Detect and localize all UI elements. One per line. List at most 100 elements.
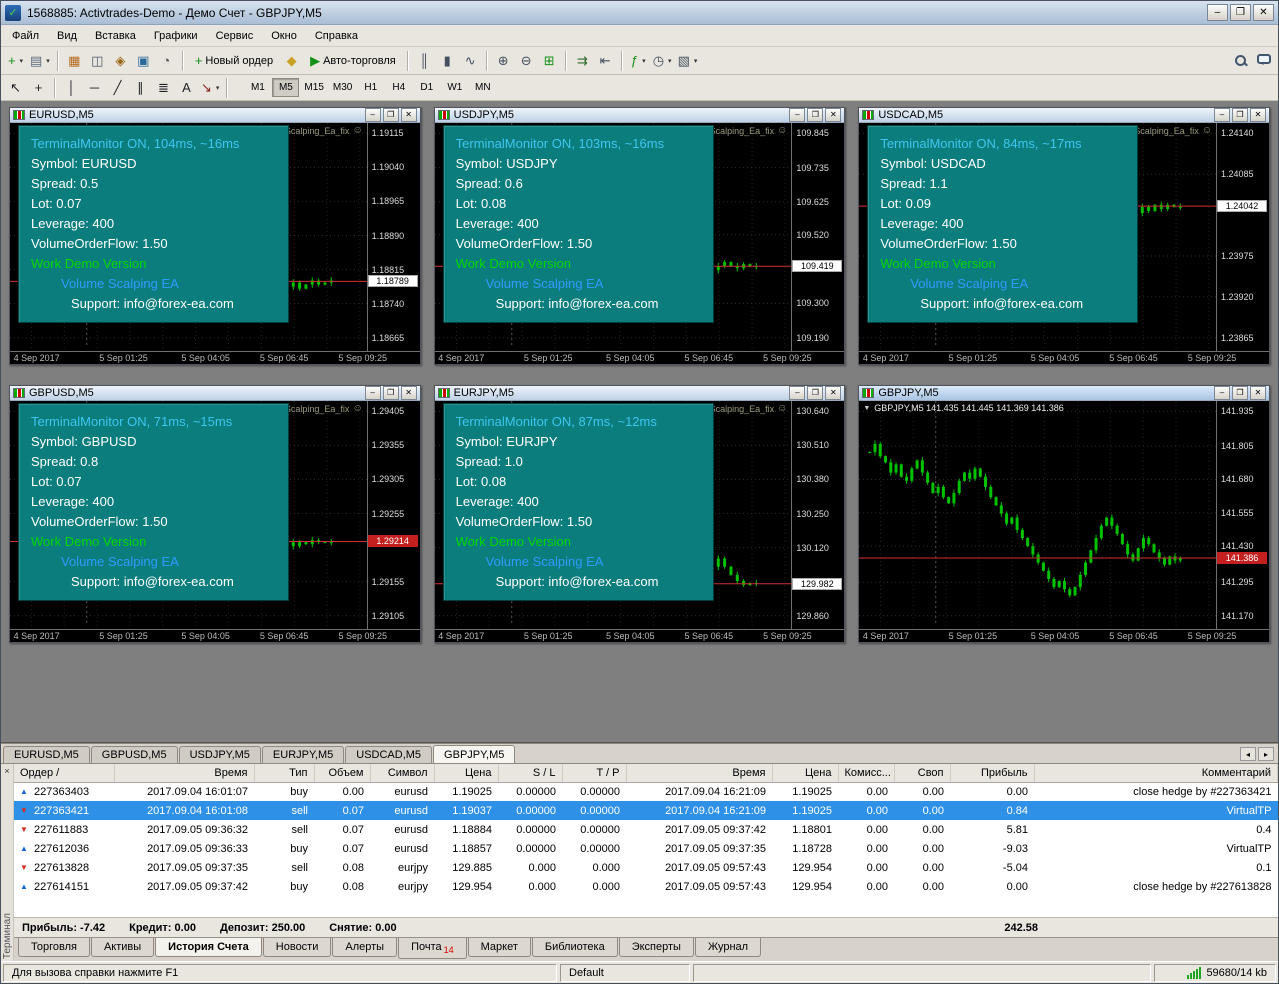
chart-restore-button[interactable]: ❐ bbox=[807, 386, 824, 400]
column-header[interactable]: Объем bbox=[314, 764, 371, 783]
timeframe-m30[interactable]: M30 bbox=[329, 78, 356, 97]
price-scale[interactable]: 109.845 109.735 109.625 109.520 109.300 109.1… bbox=[792, 123, 844, 351]
time-scale[interactable]: 4 Sep 2017 5 Sep 01:25 5 Sep 04:05 5 Sep 06… bbox=[434, 629, 845, 642]
price-scale[interactable]: 1.24140 1.24085 1.23975 1.23920 1.23865 1.240… bbox=[1216, 123, 1269, 351]
terminal-tab-market[interactable]: Маркет bbox=[467, 938, 531, 957]
text-tool-button[interactable]: A bbox=[175, 77, 198, 99]
chart-tab-eurusd-m5[interactable]: EURUSD,M5 bbox=[3, 746, 90, 763]
time-scale[interactable]: 4 Sep 2017 5 Sep 01:25 5 Sep 04:05 5 Sep 06… bbox=[10, 629, 420, 642]
time-scale[interactable]: 4 Sep 2017 5 Sep 01:25 5 Sep 04:05 5 Sep 06… bbox=[859, 351, 1269, 364]
menu-view[interactable]: Вид bbox=[48, 27, 86, 45]
chart-window-titlebar[interactable]: GBPUSD,M5 – ❐ ✕ bbox=[10, 386, 420, 401]
chart-close-button[interactable]: ✕ bbox=[400, 386, 417, 400]
close-button[interactable]: ✕ bbox=[1253, 4, 1274, 21]
terminal-tab-library[interactable]: Библиотека bbox=[531, 938, 618, 957]
price-scale[interactable]: 130.640 130.510 130.380 130.250 130.120 129.8… bbox=[792, 401, 844, 629]
history-row[interactable]: ▲ 227612036 2017.09.05 09:36:33 buy 0.07 euru… bbox=[14, 839, 1278, 858]
chart-restore-button[interactable]: ❐ bbox=[807, 108, 824, 122]
column-header[interactable]: Время bbox=[114, 764, 255, 783]
column-header[interactable]: S / L bbox=[498, 764, 563, 783]
timeframe-m1[interactable]: M1 bbox=[244, 78, 271, 97]
chart-close-button[interactable]: ✕ bbox=[1249, 386, 1266, 400]
terminal-tab-journal[interactable]: Журнал bbox=[694, 938, 762, 957]
search-button[interactable] bbox=[1229, 50, 1252, 72]
new-chart-button[interactable]: + ▾ bbox=[4, 50, 27, 72]
crosshair-tool-button[interactable]: + bbox=[27, 77, 50, 99]
tile-windows-button[interactable]: ⊞ bbox=[538, 50, 561, 72]
arrows-tool-button[interactable]: ↘ ▾ bbox=[198, 77, 222, 99]
chart-restore-button[interactable]: ❐ bbox=[1231, 108, 1248, 122]
column-header[interactable]: Время bbox=[626, 764, 773, 783]
chart-window-titlebar[interactable]: EURUSD,M5 – ❐ ✕ bbox=[10, 108, 420, 123]
chart-close-button[interactable]: ✕ bbox=[825, 386, 842, 400]
chart-minimize-button[interactable]: – bbox=[1213, 108, 1230, 122]
fibonacci-tool-button[interactable]: ≣ bbox=[152, 77, 175, 99]
status-profile[interactable]: Default bbox=[560, 963, 690, 982]
chart-close-button[interactable]: ✕ bbox=[1249, 108, 1266, 122]
chart-window-eurjpy[interactable]: EURJPY,M5 – ❐ ✕ Scalping_Ea_fix ☺ Terminal… bbox=[433, 385, 846, 643]
chart-window-usdcad[interactable]: USDCAD,M5 – ❐ ✕ Scalping_Ea_fix ☺ Terminal… bbox=[858, 107, 1270, 365]
chart-plot-area[interactable]: Scalping_Ea_fix ☺ TerminalMonitor ON, 71… bbox=[10, 401, 368, 629]
chart-window-gbpjpy[interactable]: GBPJPY,M5 – ❐ ✕ ▼ GBPJPY,M5 141.435 141.44… bbox=[858, 385, 1270, 643]
column-header[interactable]: Своп bbox=[894, 764, 951, 783]
column-header[interactable]: Символ bbox=[370, 764, 435, 783]
column-header[interactable]: T / P bbox=[562, 764, 627, 783]
chart-restore-button[interactable]: ❐ bbox=[382, 386, 399, 400]
vertical-line-tool-button[interactable]: │ bbox=[60, 77, 83, 99]
history-row[interactable]: ▼ 227363421 2017.09.04 16:01:08 sell 0.07 eur… bbox=[14, 801, 1278, 820]
history-row[interactable]: ▼ 227611883 2017.09.05 09:36:32 sell 0.07 eur… bbox=[14, 820, 1278, 839]
chart-minimize-button[interactable]: – bbox=[1213, 386, 1230, 400]
maximize-button[interactable]: ❐ bbox=[1230, 4, 1251, 21]
zoom-out-button[interactable]: ⊖ bbox=[515, 50, 538, 72]
horizontal-line-tool-button[interactable]: ─ bbox=[83, 77, 106, 99]
strategy-tester-button[interactable]: ◔ bbox=[155, 50, 178, 72]
trendline-tool-button[interactable]: ╱ bbox=[106, 77, 129, 99]
timeframe-w1[interactable]: W1 bbox=[441, 78, 468, 97]
chart-window-titlebar[interactable]: EURJPY,M5 – ❐ ✕ bbox=[434, 386, 845, 401]
chart-restore-button[interactable]: ❐ bbox=[1231, 386, 1248, 400]
chart-plot-area[interactable]: Scalping_Ea_fix ☺ TerminalMonitor ON, 10… bbox=[10, 123, 368, 351]
chart-tab-eurjpy-m5[interactable]: EURJPY,M5 bbox=[261, 746, 345, 763]
time-scale[interactable]: 4 Sep 2017 5 Sep 01:25 5 Sep 04:05 5 Sep 06… bbox=[859, 629, 1269, 642]
column-header[interactable]: Цена bbox=[434, 764, 499, 783]
scroll-left-button[interactable]: ◂ bbox=[1240, 747, 1256, 761]
auto-scroll-button[interactable]: ⇉ bbox=[571, 50, 594, 72]
minimize-button[interactable]: – bbox=[1207, 4, 1228, 21]
timeframe-h4[interactable]: H4 bbox=[385, 78, 412, 97]
autotrading-button[interactable]: ▶ Авто-торговля bbox=[303, 50, 403, 72]
cursor-tool-button[interactable]: ↖ bbox=[4, 77, 27, 99]
history-row[interactable]: ▲ 227363403 2017.09.04 16:01:07 buy 0.00 euru… bbox=[14, 782, 1278, 801]
column-header[interactable]: Комисс... bbox=[838, 764, 895, 783]
navigator-button[interactable]: ◈ bbox=[109, 50, 132, 72]
history-row[interactable]: ▲ 227614151 2017.09.05 09:37:42 buy 0.08 eurj… bbox=[14, 877, 1278, 896]
chart-minimize-button[interactable]: – bbox=[789, 386, 806, 400]
column-header[interactable]: Прибыль bbox=[950, 764, 1035, 783]
timeframe-m5[interactable]: M5 bbox=[272, 78, 300, 97]
community-chat-button[interactable] bbox=[1252, 50, 1275, 72]
chart-window-gbpusd[interactable]: GBPUSD,M5 – ❐ ✕ Scalping_Ea_fix ☺ Terminal… bbox=[9, 385, 421, 643]
data-window-button[interactable]: ◫ bbox=[86, 50, 109, 72]
chart-minimize-button[interactable]: – bbox=[789, 108, 806, 122]
chart-tab-usdcad-m5[interactable]: USDCAD,M5 bbox=[345, 746, 433, 763]
chart-tab-usdjpy-m5[interactable]: USDJPY,M5 bbox=[178, 746, 261, 763]
scroll-right-button[interactable]: ▸ bbox=[1258, 747, 1274, 761]
history-row[interactable]: ▼ 227613828 2017.09.05 09:37:35 sell 0.08 eur… bbox=[14, 858, 1278, 877]
candlestick-mode-button[interactable]: ▮ bbox=[436, 50, 459, 72]
price-scale[interactable]: 141.935 141.805 141.680 141.555 141.430 141.2… bbox=[1216, 401, 1269, 629]
profiles-button[interactable]: ▤ ▾ bbox=[27, 50, 53, 72]
menu-window[interactable]: Окно bbox=[262, 27, 306, 45]
timeframe-d1[interactable]: D1 bbox=[413, 78, 440, 97]
terminal-tab-experts[interactable]: Эксперты bbox=[618, 938, 694, 957]
chart-restore-button[interactable]: ❐ bbox=[382, 108, 399, 122]
templates-button[interactable]: ▧ ▾ bbox=[675, 50, 701, 72]
terminal-tab-news[interactable]: Новости bbox=[262, 938, 332, 957]
terminal-tab-alerts[interactable]: Алерты bbox=[332, 938, 398, 957]
chart-window-titlebar[interactable]: USDCAD,M5 – ❐ ✕ bbox=[859, 108, 1269, 123]
menu-insert[interactable]: Вставка bbox=[86, 27, 145, 45]
chart-minimize-button[interactable]: – bbox=[364, 108, 381, 122]
time-scale[interactable]: 4 Sep 2017 5 Sep 01:25 5 Sep 04:05 5 Sep 06… bbox=[434, 351, 845, 364]
chart-window-eurusd[interactable]: EURUSD,M5 – ❐ ✕ Scalping_Ea_fix ☺ Terminal… bbox=[9, 107, 421, 365]
chart-window-titlebar[interactable]: GBPJPY,M5 – ❐ ✕ bbox=[859, 386, 1269, 401]
terminal-tab-mailbox[interactable]: Почта 14 bbox=[398, 938, 467, 960]
timeframe-mn[interactable]: MN bbox=[469, 78, 496, 97]
